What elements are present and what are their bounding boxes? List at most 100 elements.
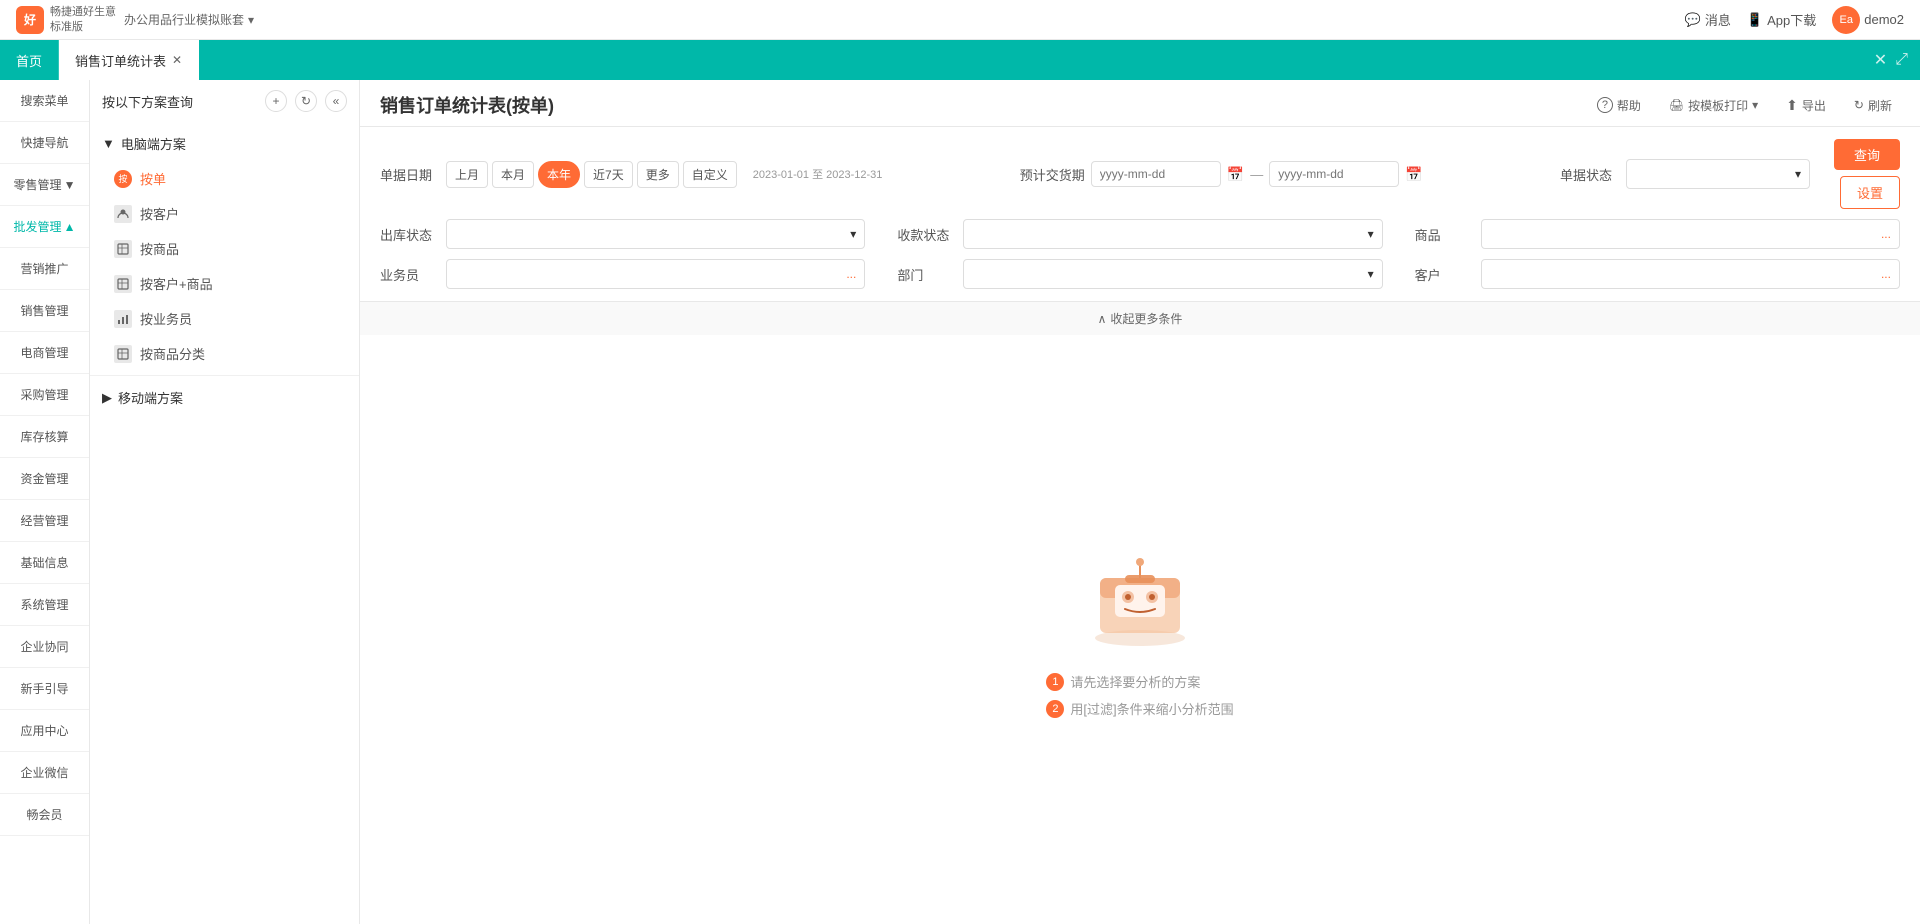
tree-pc-section[interactable]: ▼ 电脑端方案 (90, 126, 359, 161)
tab-close-icon[interactable]: ✕ (172, 53, 182, 67)
export-button[interactable]: ⬆ 导出 (1778, 93, 1834, 118)
date-filter-label: 单据日期 (380, 165, 440, 184)
tree-mobile-label: 移动端方案 (118, 388, 183, 407)
logo-icon: 好 (16, 6, 44, 34)
expected-date-end[interactable] (1269, 161, 1399, 187)
sidebar-item-finance[interactable]: 资金管理 (0, 458, 89, 500)
product-select[interactable]: ... (1481, 219, 1900, 249)
sidebar-item-newbie[interactable]: 新手引导 (0, 668, 89, 710)
sidebar: 搜索菜单 快捷导航 零售管理 ▼ 批发管理 ▲ 营销推广 销售管理 电商管理 采… (0, 80, 90, 924)
this-year-btn[interactable]: 本年 (538, 161, 580, 188)
by-product-category-label: 按商品分类 (140, 344, 205, 363)
tab-home[interactable]: 首页 (0, 40, 59, 80)
query-button[interactable]: 查询 (1834, 139, 1900, 170)
document-status-area: 单据状态 ▾ (1560, 159, 1810, 189)
delivery-status-label: 出库状态 (380, 225, 440, 244)
user-avatar-area[interactable]: Ea demo2 (1832, 6, 1904, 34)
salesperson-label: 业务员 (380, 265, 440, 284)
tree-item-by-order[interactable]: 按 按单 (98, 161, 359, 196)
by-product-label: 按商品 (140, 239, 179, 258)
sidebar-item-retail[interactable]: 零售管理 ▼ (0, 164, 89, 206)
sidebar-item-member[interactable]: 畅会员 (0, 794, 89, 836)
product-more-icon[interactable]: ... (1881, 227, 1891, 241)
tree-mobile-section[interactable]: ▶ 移动端方案 (90, 380, 359, 415)
product-area: 商品 ... (1415, 219, 1900, 249)
sidebar-item-enterprise[interactable]: 企业协同 (0, 626, 89, 668)
tree-item-by-product-category[interactable]: 按商品分类 (98, 336, 359, 371)
sidebar-item-basic-info[interactable]: 基础信息 (0, 542, 89, 584)
more-date-btn[interactable]: 更多 (637, 161, 679, 188)
tree-item-by-product[interactable]: 按商品 (98, 231, 359, 266)
product-label: 商品 (1415, 225, 1475, 244)
payment-status-select[interactable]: ▾ (963, 219, 1382, 249)
sidebar-item-marketing[interactable]: 营销推广 (0, 248, 89, 290)
tip-text-1: 请先选择要分析的方案 (1070, 672, 1200, 691)
sidebar-item-wholesale[interactable]: 批发管理 ▲ (0, 206, 89, 248)
this-month-btn[interactable]: 本月 (492, 161, 534, 188)
custom-date-btn[interactable]: 自定义 (683, 161, 737, 188)
refresh-button[interactable]: ↻ 刷新 (1846, 93, 1900, 118)
message-button[interactable]: 💬 消息 (1685, 10, 1731, 29)
date-range-display: 2023-01-01 至 2023-12-31 (753, 166, 883, 182)
tree-item-by-salesperson[interactable]: 按业务员 (98, 301, 359, 336)
breadcrumb-area: 办公用品行业模拟账套 ▾ (124, 11, 254, 28)
tree-item-by-customer[interactable]: 按客户 (98, 196, 359, 231)
last-7-days-btn[interactable]: 近7天 (584, 161, 633, 188)
help-button[interactable]: ? 帮助 (1589, 93, 1649, 118)
empty-illustration (1075, 533, 1205, 656)
sidebar-item-search[interactable]: 搜索菜单 (0, 80, 89, 122)
customer-select[interactable]: ... (1481, 259, 1900, 289)
printer-icon: 🖨 (1669, 98, 1684, 112)
last-month-btn[interactable]: 上月 (446, 161, 488, 188)
sidebar-item-system[interactable]: 系统管理 (0, 584, 89, 626)
delivery-status-select[interactable]: ▾ (446, 219, 865, 249)
right-main: 销售订单统计表(按单) ? 帮助 🖨 按模板打印 ▾ ⬆ 导出 (360, 80, 1920, 924)
customer-more-icon[interactable]: ... (1881, 267, 1891, 281)
page-actions: ? 帮助 🖨 按模板打印 ▾ ⬆ 导出 ↻ 刷新 (1589, 93, 1900, 118)
collapse-label: 收起更多条件 (1110, 310, 1182, 327)
salesperson-select[interactable]: ... (446, 259, 865, 289)
collapse-panel-button[interactable]: « (325, 90, 347, 112)
tab-expand-icon[interactable]: ⤢ (1895, 51, 1908, 69)
document-status-select[interactable]: ▾ (1626, 159, 1810, 189)
expected-date-start[interactable] (1091, 161, 1221, 187)
sidebar-item-quick-nav[interactable]: 快捷导航 (0, 122, 89, 164)
document-status-label: 单据状态 (1560, 165, 1620, 184)
sidebar-item-inventory[interactable]: 库存核算 (0, 416, 89, 458)
collapse-bar[interactable]: ∧ 收起更多条件 (360, 302, 1920, 335)
settings-button[interactable]: 设置 (1840, 176, 1900, 209)
calendar-icon-end[interactable]: 📅 (1405, 166, 1422, 183)
tab-bar: 首页 销售订单统计表 ✕ ✕ ⤢ (0, 40, 1920, 80)
sidebar-item-sales[interactable]: 销售管理 (0, 290, 89, 332)
app-download-button[interactable]: 📱 App下载 (1747, 10, 1816, 29)
tab-sales-order-stats[interactable]: 销售订单统计表 ✕ (59, 40, 199, 80)
tree-item-by-customer-product[interactable]: 按客户+商品 (98, 266, 359, 301)
template-print-button[interactable]: 🖨 按模板打印 ▾ (1661, 93, 1766, 118)
sidebar-item-operations[interactable]: 经营管理 (0, 500, 89, 542)
add-scheme-button[interactable]: + (265, 90, 287, 112)
by-customer-label: 按客户 (140, 204, 179, 223)
tab-close-window-icon[interactable]: ✕ (1874, 50, 1887, 70)
expected-date-label: 预计交货期 (1020, 165, 1085, 184)
refresh-scheme-button[interactable]: ↻ (295, 90, 317, 112)
tab-bar-actions: ✕ ⤢ (1874, 50, 1920, 70)
username-label: demo2 (1864, 12, 1904, 27)
sidebar-item-app-center[interactable]: 应用中心 (0, 710, 89, 752)
export-icon: ⬆ (1786, 97, 1798, 114)
payment-status-arrow-icon: ▾ (1368, 227, 1374, 241)
calendar-icon-start[interactable]: 📅 (1227, 166, 1244, 183)
sidebar-item-wechat[interactable]: 企业微信 (0, 752, 89, 794)
sidebar-item-purchase[interactable]: 采购管理 (0, 374, 89, 416)
app-download-icon: 📱 (1747, 12, 1763, 28)
filter-panel: 按以下方案查询 + ↻ « ▼ 电脑端方案 按 按单 (90, 80, 360, 924)
salesperson-more-icon[interactable]: ... (846, 267, 856, 281)
sidebar-item-ecommerce[interactable]: 电商管理 (0, 332, 89, 374)
by-product-category-icon (114, 345, 132, 363)
refresh-icon: ↻ (1854, 98, 1864, 112)
top-bar: 好 畅捷通好生意 标准版 办公用品行业模拟账套 ▾ 💬 消息 📱 App下载 E… (0, 0, 1920, 40)
by-salesperson-icon (114, 310, 132, 328)
department-select[interactable]: ▾ (963, 259, 1382, 289)
breadcrumb-arrow-icon[interactable]: ▾ (248, 13, 254, 27)
tree-section-label: 电脑端方案 (121, 134, 186, 153)
department-label: 部门 (897, 265, 957, 284)
